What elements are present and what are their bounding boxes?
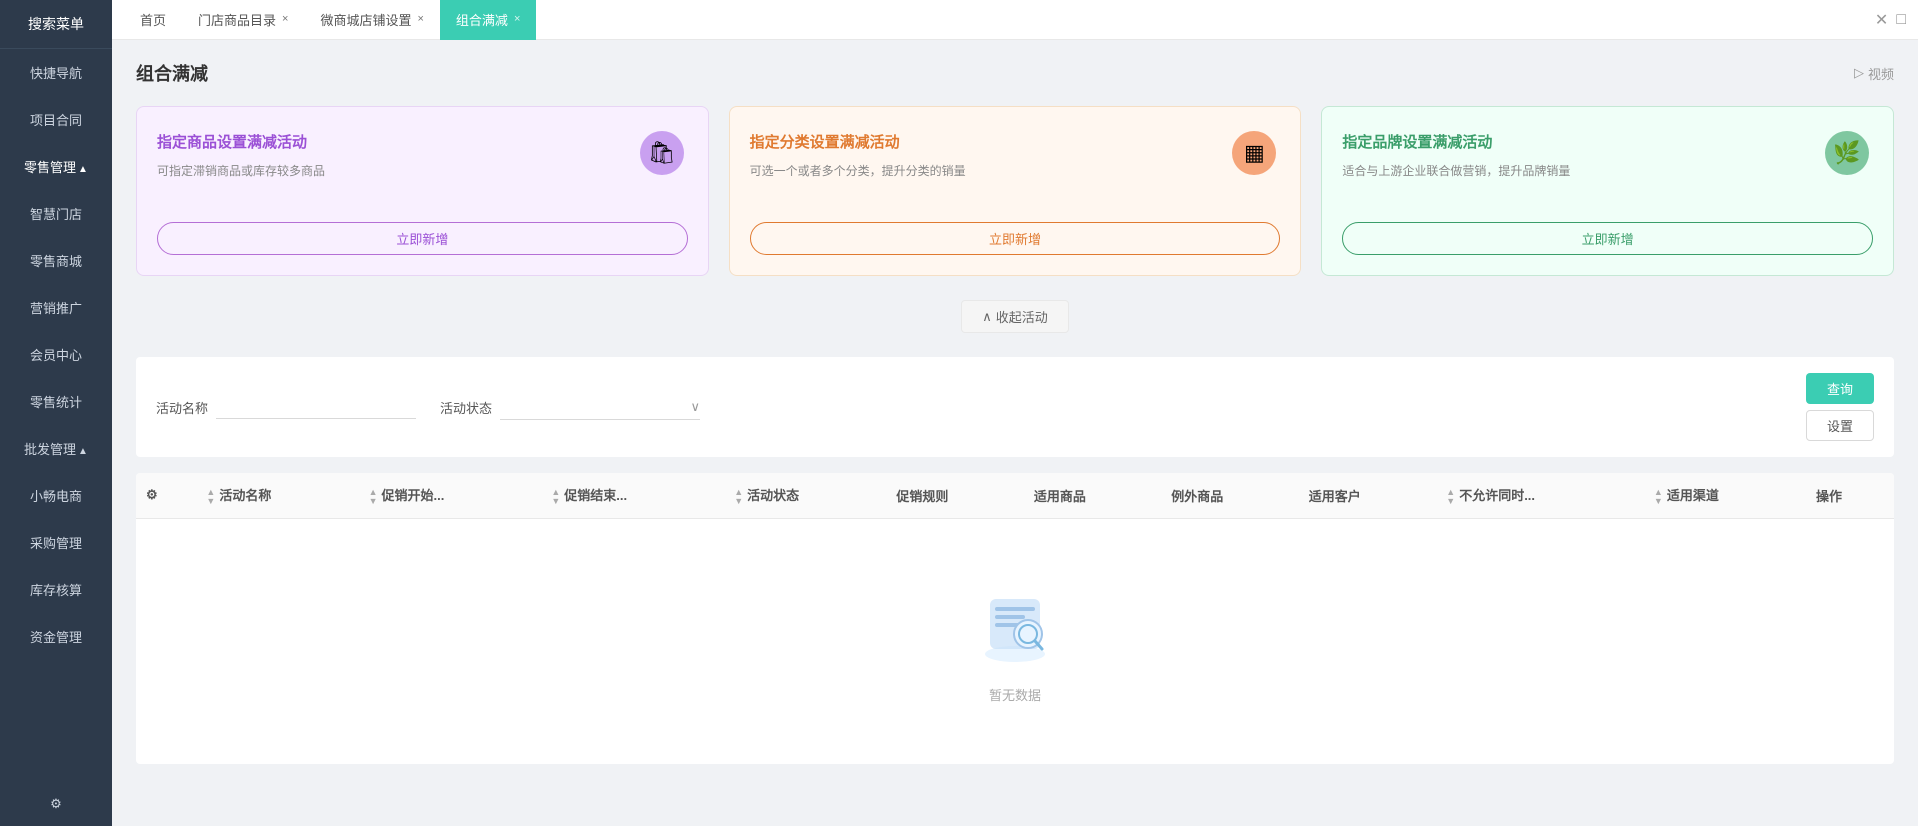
gear-icon: ⚙ (50, 796, 62, 811)
empty-text: 暂无数据 (156, 685, 1874, 704)
sidebar-item-stats[interactable]: 零售统计 (0, 378, 112, 425)
collapse-button[interactable]: ∧ 收起活动 (961, 300, 1069, 333)
filter-status-label: 活动状态 (440, 398, 492, 417)
tab-bar: 首页 门店商品目录 × 微商城店铺设置 × 组合满减 × ✕ □ (112, 0, 1918, 40)
sidebar-item-inventory[interactable]: 库存核算 (0, 566, 112, 613)
sidebar-item-project[interactable]: 项目合同 (0, 96, 112, 143)
sidebar-item-retail[interactable]: 零售管理 ▲ (0, 143, 112, 190)
chevron-icon: ▲ (78, 164, 88, 175)
tab-combo_discount[interactable]: 组合满减 × (440, 0, 536, 40)
card-desc-goods: 可指定滞销商品或库存较多商品 (157, 162, 688, 198)
play-icon: ▷ (1854, 65, 1864, 81)
card-btn-category[interactable]: 立即新增 (750, 222, 1281, 255)
sidebar: 搜索菜单 快捷导航项目合同零售管理 ▲智慧门店零售商城营销推广会员中心零售统计批… (0, 0, 112, 826)
col-action: 操作 (1806, 473, 1894, 518)
chevron-down-icon: ∨ (691, 399, 701, 415)
empty-state: 暂无数据 (136, 519, 1894, 764)
sidebar-search[interactable]: 搜索菜单 (0, 0, 112, 49)
filter-actions: 查询 设置 (1806, 373, 1874, 441)
sort-arrows-end: ▲▼ (551, 488, 560, 506)
empty-icon (970, 579, 1060, 669)
settings-icon[interactable]: ⚙ (146, 487, 158, 502)
sidebar-item-quicknav[interactable]: 快捷导航 (0, 49, 112, 96)
sort-arrows-channel: ▲▼ (1654, 488, 1663, 506)
maximize-window-icon[interactable]: □ (1896, 11, 1906, 29)
card-btn-goods[interactable]: 立即新增 (157, 222, 688, 255)
sidebar-item-retailmall[interactable]: 零售商城 (0, 237, 112, 284)
sidebar-settings-btn[interactable]: ⚙ (0, 782, 112, 826)
tab-bar-right: ✕ □ (1875, 10, 1906, 30)
tab-close-icon[interactable]: × (417, 14, 423, 25)
tab-label: 组合满减 (456, 10, 508, 29)
page-header: 组合满减 ▷ 视频 (136, 60, 1894, 86)
tab-label: 首页 (140, 10, 166, 29)
col-customer: 适用客户 (1299, 473, 1436, 518)
card-icon-brand: 🌿 (1825, 131, 1869, 175)
col-channel[interactable]: ▲▼适用渠道 (1644, 473, 1806, 518)
tab-close-icon[interactable]: × (514, 14, 520, 25)
sort-arrows-disallow: ▲▼ (1446, 488, 1455, 506)
col-disallow[interactable]: ▲▼不允许同时... (1436, 473, 1644, 518)
sidebar-item-xiaochang[interactable]: 小畅电商 (0, 472, 112, 519)
filter-name-label: 活动名称 (156, 398, 208, 417)
card-desc-brand: 适合与上游企业联合做营销，提升品牌销量 (1342, 162, 1873, 198)
col-settings: ⚙ (136, 473, 196, 518)
card-desc-category: 可选一个或者多个分类，提升分类的销量 (750, 162, 1281, 198)
sort-arrows-status: ▲▼ (734, 488, 743, 506)
sidebar-item-marketing[interactable]: 营销推广 (0, 284, 112, 331)
chevron-icon: ▲ (78, 446, 88, 457)
tab-wechat_settings[interactable]: 微商城店铺设置 × (304, 0, 439, 40)
sidebar-item-member[interactable]: 会员中心 (0, 331, 112, 378)
page-title: 组合满减 (136, 60, 208, 86)
sort-arrows-start: ▲▼ (369, 488, 378, 506)
tab-catalog[interactable]: 门店商品目录 × (182, 0, 304, 40)
filter-row: 活动名称 活动状态 ∨ 查询 设置 (136, 357, 1894, 457)
filter-name-input[interactable] (216, 395, 416, 419)
video-label: 视频 (1868, 64, 1894, 83)
card-title-brand: 指定品牌设置满减活动 (1342, 131, 1873, 152)
filter-status-field: 活动状态 ∨ (440, 395, 700, 420)
settings-button[interactable]: 设置 (1806, 410, 1874, 441)
sort-arrows-name: ▲▼ (206, 488, 215, 506)
card-btn-brand[interactable]: 立即新增 (1342, 222, 1873, 255)
col-start[interactable]: ▲▼促销开始... (359, 473, 542, 518)
collapse-bar: ∧ 收起活动 (136, 292, 1894, 341)
col-name[interactable]: ▲▼活动名称 (196, 473, 358, 518)
col-end[interactable]: ▲▼促销结束... (541, 473, 724, 518)
sidebar-item-wholesale[interactable]: 批发管理 ▲ (0, 425, 112, 472)
activity-card-brand: 🌿指定品牌设置满减活动适合与上游企业联合做营销，提升品牌销量立即新增 (1321, 106, 1894, 276)
search-menu-label: 搜索菜单 (28, 16, 84, 32)
sidebar-item-finance[interactable]: 资金管理 (0, 613, 112, 660)
tab-close-icon[interactable]: × (282, 14, 288, 25)
sidebar-item-purchase[interactable]: 采购管理 (0, 519, 112, 566)
activity-card-goods: 🛍指定商品设置满减活动可指定滞销商品或库存较多商品立即新增 (136, 106, 709, 276)
page-content: 组合满减 ▷ 视频 🛍指定商品设置满减活动可指定滞销商品或库存较多商品立即新增▦… (112, 40, 1918, 826)
tab-label: 门店商品目录 (198, 10, 276, 29)
card-title-goods: 指定商品设置满减活动 (157, 131, 688, 152)
col-rule: 促销规则 (886, 473, 1023, 518)
main-area: 首页门店商品目录×微商城店铺设置×组合满减× ✕ □ 组合满减 ▷ 视频 🛍指定… (112, 0, 1918, 826)
close-window-icon[interactable]: ✕ (1875, 10, 1888, 30)
filter-status-select[interactable]: ∨ (500, 395, 700, 420)
query-button[interactable]: 查询 (1806, 373, 1874, 404)
tab-label: 微商城店铺设置 (320, 10, 411, 29)
sidebar-item-smartstore[interactable]: 智慧门店 (0, 190, 112, 237)
card-icon-goods: 🛍 (640, 131, 684, 175)
activity-card-category: ▦指定分类设置满减活动可选一个或者多个分类，提升分类的销量立即新增 (729, 106, 1302, 276)
col-goods: 适用商品 (1024, 473, 1161, 518)
activity-cards: 🛍指定商品设置满减活动可指定滞销商品或库存较多商品立即新增▦指定分类设置满减活动… (136, 106, 1894, 276)
filter-name-field: 活动名称 (156, 395, 416, 419)
tab-home[interactable]: 首页 (124, 0, 182, 40)
table-container: ⚙ ▲▼活动名称▲▼促销开始...▲▼促销结束...▲▼活动状态促销规则适用商品例… (136, 473, 1894, 764)
col-status[interactable]: ▲▼活动状态 (724, 473, 886, 518)
data-table: ⚙ ▲▼活动名称▲▼促销开始...▲▼促销结束...▲▼活动状态促销规则适用商品例… (136, 473, 1894, 519)
chevron-up-icon: ∧ (982, 309, 992, 325)
status-select-text (500, 399, 504, 414)
collapse-label: 收起活动 (996, 307, 1048, 326)
video-link[interactable]: ▷ 视频 (1854, 64, 1894, 83)
card-title-category: 指定分类设置满减活动 (750, 131, 1281, 152)
col-excluded: 例外商品 (1161, 473, 1298, 518)
